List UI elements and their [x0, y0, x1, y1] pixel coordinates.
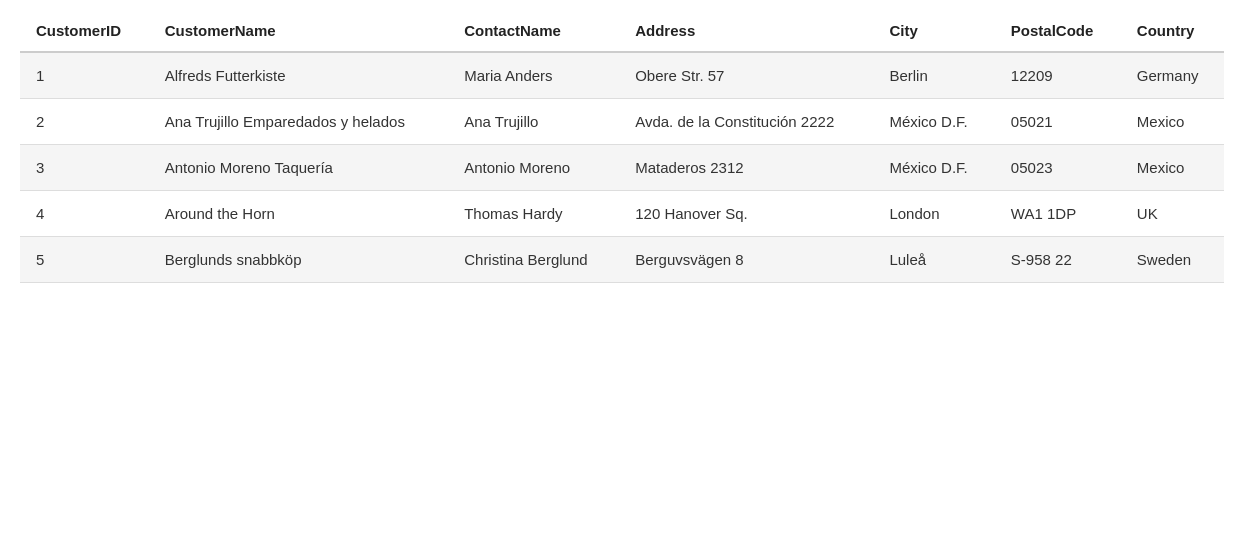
col-header-country: Country	[1121, 10, 1224, 52]
col-header-customername: CustomerName	[149, 10, 448, 52]
cell-contactname: Thomas Hardy	[448, 191, 619, 237]
cell-postalcode: 05023	[995, 145, 1121, 191]
cell-address: Avda. de la Constitución 2222	[619, 99, 873, 145]
cell-contactname: Antonio Moreno	[448, 145, 619, 191]
table-row: 2Ana Trujillo Emparedados y heladosAna T…	[20, 99, 1224, 145]
cell-customerid: 3	[20, 145, 149, 191]
cell-customername: Antonio Moreno Taquería	[149, 145, 448, 191]
table-container: CustomerID CustomerName ContactName Addr…	[0, 0, 1244, 293]
cell-city: México D.F.	[873, 145, 994, 191]
cell-customername: Berglunds snabbköp	[149, 237, 448, 283]
cell-contactname: Ana Trujillo	[448, 99, 619, 145]
cell-city: México D.F.	[873, 99, 994, 145]
col-header-postalcode: PostalCode	[995, 10, 1121, 52]
cell-country: Mexico	[1121, 145, 1224, 191]
cell-city: Luleå	[873, 237, 994, 283]
cell-customername: Ana Trujillo Emparedados y helados	[149, 99, 448, 145]
cell-postalcode: WA1 1DP	[995, 191, 1121, 237]
cell-customerid: 2	[20, 99, 149, 145]
cell-address: Mataderos 2312	[619, 145, 873, 191]
cell-customername: Around the Horn	[149, 191, 448, 237]
cell-customerid: 1	[20, 52, 149, 99]
cell-customername: Alfreds Futterkiste	[149, 52, 448, 99]
cell-customerid: 5	[20, 237, 149, 283]
table-header-row: CustomerID CustomerName ContactName Addr…	[20, 10, 1224, 52]
col-header-city: City	[873, 10, 994, 52]
cell-contactname: Christina Berglund	[448, 237, 619, 283]
cell-city: Berlin	[873, 52, 994, 99]
cell-postalcode: S-958 22	[995, 237, 1121, 283]
cell-address: 120 Hanover Sq.	[619, 191, 873, 237]
col-header-contactname: ContactName	[448, 10, 619, 52]
table-row: 1Alfreds FutterkisteMaria AndersObere St…	[20, 52, 1224, 99]
cell-contactname: Maria Anders	[448, 52, 619, 99]
cell-customerid: 4	[20, 191, 149, 237]
cell-postalcode: 05021	[995, 99, 1121, 145]
cell-city: London	[873, 191, 994, 237]
cell-country: Germany	[1121, 52, 1224, 99]
cell-country: Mexico	[1121, 99, 1224, 145]
cell-postalcode: 12209	[995, 52, 1121, 99]
col-header-customerid: CustomerID	[20, 10, 149, 52]
cell-address: Berguvsvägen 8	[619, 237, 873, 283]
cell-address: Obere Str. 57	[619, 52, 873, 99]
table-row: 5Berglunds snabbköpChristina BerglundBer…	[20, 237, 1224, 283]
customers-table: CustomerID CustomerName ContactName Addr…	[20, 10, 1224, 283]
table-row: 3Antonio Moreno TaqueríaAntonio MorenoMa…	[20, 145, 1224, 191]
cell-country: UK	[1121, 191, 1224, 237]
table-row: 4Around the HornThomas Hardy120 Hanover …	[20, 191, 1224, 237]
cell-country: Sweden	[1121, 237, 1224, 283]
col-header-address: Address	[619, 10, 873, 52]
